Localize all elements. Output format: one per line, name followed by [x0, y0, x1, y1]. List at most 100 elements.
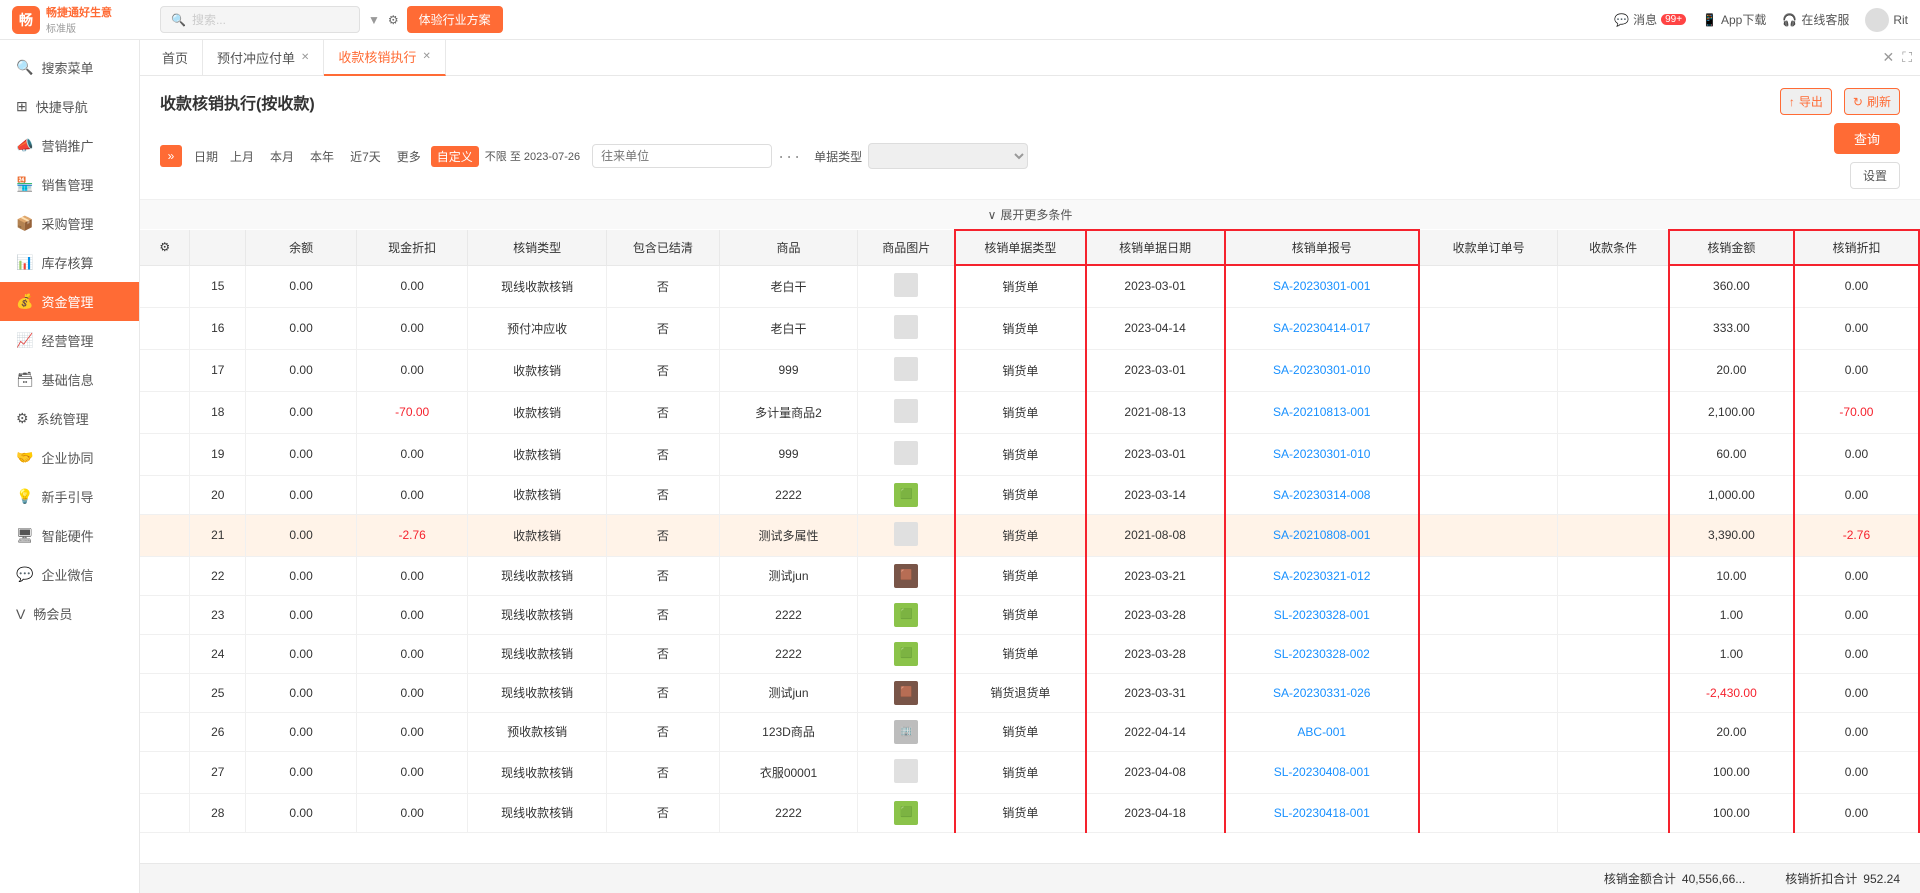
- cell-goods-7: 测试jun: [719, 556, 858, 595]
- this-year-btn[interactable]: 本年: [304, 146, 340, 167]
- sidebar-item-guide[interactable]: 💡 新手引导: [0, 477, 139, 516]
- sidebar-item-shortcut[interactable]: ⊞ 快捷导航: [0, 87, 139, 126]
- last7-btn[interactable]: 近7天: [344, 146, 387, 167]
- cell-gear-7: [140, 556, 190, 595]
- cell-bill-no-10[interactable]: SA-20230331-026: [1225, 673, 1419, 712]
- sidebar-item-marketing[interactable]: 📣 营销推广: [0, 126, 139, 165]
- bill-type-select[interactable]: [868, 143, 1028, 169]
- cell-bill-no-7[interactable]: SA-20230321-012: [1225, 556, 1419, 595]
- sidebar-item-hardware[interactable]: 🖥 智能硬件: [0, 516, 139, 555]
- app-download-btn[interactable]: 📱 App下载: [1702, 11, 1766, 28]
- bill-no-link-2[interactable]: SA-20230301-010: [1273, 363, 1370, 377]
- last-month-btn[interactable]: 上月: [224, 146, 260, 167]
- refresh-btn[interactable]: ↻ 刷新: [1844, 88, 1900, 115]
- sidebar-item-business[interactable]: 📈 经营管理: [0, 321, 139, 360]
- cell-bill-no-9[interactable]: SL-20230328-002: [1225, 634, 1419, 673]
- cell-goods-10: 测试jun: [719, 673, 858, 712]
- sidebar-item-finance[interactable]: 💰 资金管理: [0, 282, 139, 321]
- sidebar-item-system[interactable]: ⚙ 系统管理: [0, 399, 139, 438]
- bill-no-link-11[interactable]: ABC-001: [1297, 725, 1346, 739]
- cell-bill-no-12[interactable]: SL-20230408-001: [1225, 751, 1419, 793]
- cell-receipt-order-6: [1419, 514, 1558, 556]
- tab-writeoff-close[interactable]: ✕: [422, 51, 430, 62]
- sidebar-item-search[interactable]: 🔍 搜索菜单: [0, 48, 139, 87]
- settings-gear-icon[interactable]: ⚙: [388, 13, 399, 27]
- dropdown-arrow[interactable]: ▼: [368, 13, 380, 27]
- cell-bill-no-8[interactable]: SL-20230328-001: [1225, 595, 1419, 634]
- table-row: 26 0.00 0.00 预收款核销 否 123D商品 🏢 销货单 2022-0…: [140, 712, 1919, 751]
- cell-receipt-order-10: [1419, 673, 1558, 712]
- this-month-btn[interactable]: 本月: [264, 146, 300, 167]
- custom-date-btn[interactable]: 自定义: [431, 146, 479, 167]
- bill-no-link-6[interactable]: SA-20210808-001: [1273, 528, 1370, 542]
- sidebar-label-hardware: 智能硬件: [42, 526, 94, 545]
- cell-balance-0: 0.00: [246, 265, 357, 307]
- cell-bill-no-5[interactable]: SA-20230314-008: [1225, 475, 1419, 514]
- bill-no-link-4[interactable]: SA-20230301-010: [1273, 447, 1370, 461]
- solution-btn[interactable]: 体验行业方案: [407, 6, 503, 33]
- expand-more-btn[interactable]: ∨ 展开更多条件: [988, 206, 1073, 223]
- sidebar-item-sales[interactable]: 🏪 销售管理: [0, 165, 139, 204]
- col-header-gear[interactable]: ⚙: [140, 230, 190, 265]
- bill-no-link-5[interactable]: SA-20230314-008: [1273, 488, 1370, 502]
- sidebar-item-inventory[interactable]: 📊 库存核算: [0, 243, 139, 282]
- more-date-btn[interactable]: 更多: [391, 146, 427, 167]
- sidebar-item-member[interactable]: V 畅会员: [0, 594, 139, 633]
- cell-writeoff-type-4: 收款核销: [468, 433, 607, 475]
- bill-no-link-10[interactable]: SA-20230331-026: [1273, 686, 1370, 700]
- cell-bill-no-13[interactable]: SL-20230418-001: [1225, 793, 1419, 832]
- cell-bill-no-1[interactable]: SA-20230414-017: [1225, 307, 1419, 349]
- tab-writeoff[interactable]: 收款核销执行 ✕: [324, 40, 445, 76]
- tab-home[interactable]: 首页: [148, 40, 203, 76]
- cell-bill-date-8: 2023-03-28: [1086, 595, 1225, 634]
- guide-icon: 💡: [16, 488, 33, 505]
- cell-writeoff-type-3: 收款核销: [468, 391, 607, 433]
- bill-no-link-9[interactable]: SL-20230328-002: [1274, 647, 1370, 661]
- top-bar: 畅 畅捷通好生意 标准版 🔍 搜索... ▼ ⚙ 体验行业方案 💬 消息 99+…: [0, 0, 1920, 40]
- sidebar-item-wechat[interactable]: 💬 企业微信: [0, 555, 139, 594]
- export-btn[interactable]: ↑ 导出: [1780, 88, 1832, 115]
- cell-cash-discount-10: 0.00: [357, 673, 468, 712]
- bill-no-link-12[interactable]: SL-20230408-001: [1274, 765, 1370, 779]
- cell-seq-num-4: 19: [190, 433, 246, 475]
- sidebar-item-base[interactable]: 🗃 基础信息: [0, 360, 139, 399]
- cell-balance-9: 0.00: [246, 634, 357, 673]
- online-service-btn[interactable]: 🎧 在线客服: [1782, 11, 1849, 28]
- tab-prepay-close[interactable]: ✕: [301, 52, 309, 63]
- bill-no-link-1[interactable]: SA-20230414-017: [1273, 321, 1370, 335]
- app-logo-icon: 畅: [12, 6, 40, 34]
- bill-no-link-8[interactable]: SL-20230328-001: [1274, 608, 1370, 622]
- cell-bill-no-3[interactable]: SA-20210813-001: [1225, 391, 1419, 433]
- cell-bill-no-0[interactable]: SA-20230301-001: [1225, 265, 1419, 307]
- cell-receipt-cond-1: [1558, 307, 1669, 349]
- cell-cash-discount-3: -70.00: [357, 391, 468, 433]
- topbar-actions: 💬 消息 99+ 📱 App下载 🎧 在线客服 Rit: [1614, 8, 1908, 32]
- maximize-tab-btn[interactable]: ⛶: [1902, 49, 1912, 66]
- bill-no-link-13[interactable]: SL-20230418-001: [1274, 806, 1370, 820]
- partner-input[interactable]: [592, 144, 772, 168]
- cell-bill-no-4[interactable]: SA-20230301-010: [1225, 433, 1419, 475]
- cell-writeoff-discount-4: 0.00: [1794, 433, 1919, 475]
- cell-bill-date-0: 2023-03-01: [1086, 265, 1225, 307]
- close-tab-btn[interactable]: ✕: [1882, 49, 1894, 66]
- tab-prepay[interactable]: 预付冲应付单 ✕: [203, 40, 324, 76]
- bill-no-link-7[interactable]: SA-20230321-012: [1273, 569, 1370, 583]
- bill-no-link-3[interactable]: SA-20210813-001: [1273, 405, 1370, 419]
- bill-no-link-0[interactable]: SA-20230301-001: [1273, 279, 1370, 293]
- col-header-seq: [190, 230, 246, 265]
- cell-bill-type-1: 销货单: [955, 307, 1086, 349]
- search-icon-top: 🔍: [171, 13, 186, 27]
- query-btn[interactable]: 查询: [1834, 123, 1900, 154]
- sidebar-item-purchase[interactable]: 📦 采购管理: [0, 204, 139, 243]
- user-name-area[interactable]: Rit: [1865, 8, 1908, 32]
- cell-bill-no-11[interactable]: ABC-001: [1225, 712, 1419, 751]
- sidebar-item-corp[interactable]: 🤝 企业协同: [0, 438, 139, 477]
- cell-bill-no-2[interactable]: SA-20230301-010: [1225, 349, 1419, 391]
- cell-seq-num-6: 21: [190, 514, 246, 556]
- message-btn[interactable]: 💬 消息 99+: [1614, 11, 1686, 28]
- cell-include-settled-7: 否: [607, 556, 720, 595]
- filter-settings-btn[interactable]: 设置: [1850, 162, 1900, 189]
- cell-bill-no-6[interactable]: SA-20210808-001: [1225, 514, 1419, 556]
- cell-writeoff-discount-5: 0.00: [1794, 475, 1919, 514]
- filter-expand-arrow[interactable]: »: [160, 145, 182, 167]
